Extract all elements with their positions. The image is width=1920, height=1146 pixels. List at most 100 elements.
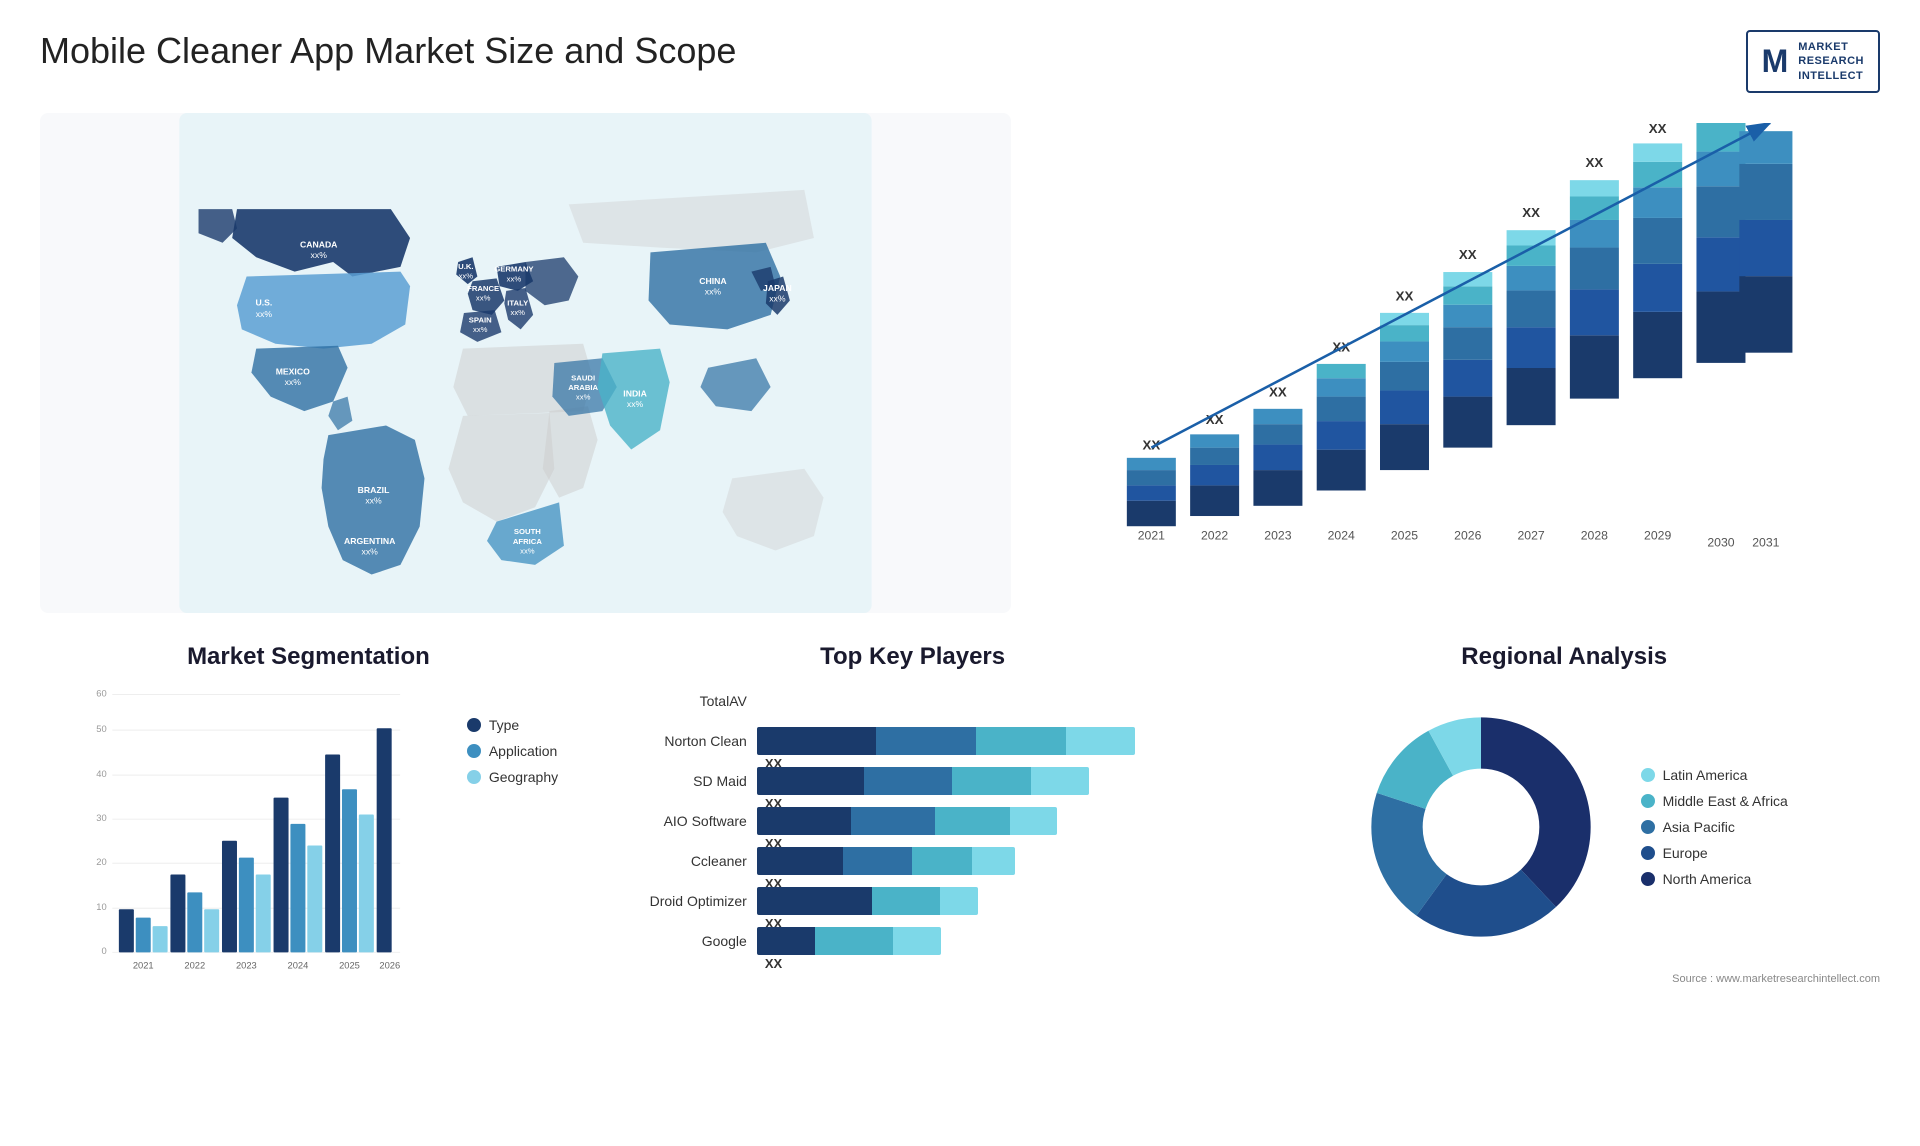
- svg-text:xx%: xx%: [311, 250, 328, 260]
- svg-text:2025: 2025: [339, 960, 360, 970]
- svg-text:SPAIN: SPAIN: [469, 316, 492, 325]
- donut-chart: [1341, 687, 1621, 967]
- svg-text:XX: XX: [1649, 123, 1667, 136]
- player-row-ccleaner: Ccleaner XX: [607, 847, 1219, 875]
- svg-text:2026: 2026: [1454, 528, 1481, 542]
- svg-text:XX: XX: [1522, 205, 1540, 220]
- svg-text:XX: XX: [1459, 247, 1477, 262]
- svg-text:2031: 2031: [1752, 536, 1779, 550]
- svg-text:U.K.: U.K.: [458, 262, 473, 271]
- map-container: CANADA xx% U.S. xx% MEXICO xx% BRAZIL xx…: [40, 113, 1011, 613]
- player-name-totalav: TotalAV: [607, 693, 747, 709]
- legend-asia: Asia Pacific: [1641, 819, 1788, 835]
- svg-text:2021: 2021: [133, 960, 154, 970]
- svg-text:GERMANY: GERMANY: [494, 265, 533, 274]
- svg-text:XX: XX: [1585, 155, 1603, 170]
- svg-text:SOUTH: SOUTH: [514, 527, 541, 536]
- svg-text:ITALY: ITALY: [507, 298, 528, 307]
- segmentation-legend: Type Application Geography: [467, 687, 577, 992]
- legend-dot-mea: [1641, 794, 1655, 808]
- regional-section: Regional Analysis: [1248, 643, 1880, 1083]
- player-name-sdmaid: SD Maid: [607, 773, 747, 789]
- player-row-google: Google XX: [607, 927, 1219, 955]
- player-bar-droid: XX: [757, 887, 1219, 915]
- svg-text:xx%: xx%: [459, 271, 474, 280]
- svg-text:xx%: xx%: [365, 495, 382, 505]
- donut-area: Latin America Middle East & Africa Asia …: [1248, 687, 1880, 967]
- svg-text:xx%: xx%: [285, 377, 302, 387]
- donut-legend: Latin America Middle East & Africa Asia …: [1641, 767, 1788, 887]
- svg-text:xx%: xx%: [576, 392, 591, 401]
- legend-dot-northam: [1641, 872, 1655, 886]
- player-row-sdmaid: SD Maid XX: [607, 767, 1219, 795]
- players-title: Top Key Players: [597, 643, 1229, 671]
- player-name-norton: Norton Clean: [607, 733, 747, 749]
- growth-chart-container: XX 2021 XX 2022 XX 2023 XX: [1031, 113, 1880, 613]
- logo: M MARKET RESEARCH INTELLECT: [1746, 30, 1880, 93]
- legend-application: Application: [467, 743, 577, 759]
- legend-latin-america: Latin America: [1641, 767, 1788, 783]
- svg-text:xx%: xx%: [520, 546, 535, 555]
- legend-mea: Middle East & Africa: [1641, 793, 1788, 809]
- svg-text:CHINA: CHINA: [699, 276, 727, 286]
- player-bar-sdmaid: XX: [757, 767, 1219, 795]
- svg-text:xx%: xx%: [769, 293, 786, 303]
- player-name-ccleaner: Ccleaner: [607, 853, 747, 869]
- legend-type: Type: [467, 717, 577, 733]
- growth-chart-svg: XX 2021 XX 2022 XX 2023 XX: [1051, 123, 1860, 613]
- header: Mobile Cleaner App Market Size and Scope…: [40, 30, 1880, 93]
- svg-text:xx%: xx%: [627, 399, 644, 409]
- svg-text:0: 0: [101, 946, 106, 956]
- svg-text:2024: 2024: [288, 960, 309, 970]
- player-row-totalav: TotalAV: [607, 687, 1219, 715]
- legend-dot-latin: [1641, 768, 1655, 782]
- player-bar-norton: XX: [757, 727, 1219, 755]
- svg-text:2022: 2022: [184, 960, 205, 970]
- player-name-google: Google: [607, 933, 747, 949]
- logo-text: MARKET RESEARCH INTELLECT: [1798, 40, 1864, 83]
- player-bar-ccleaner: XX: [757, 847, 1219, 875]
- legend-geography: Geography: [467, 769, 577, 785]
- player-bar-aio: XX: [757, 807, 1219, 835]
- legend-dot-type: [467, 718, 481, 732]
- svg-text:2028: 2028: [1581, 528, 1608, 542]
- svg-text:AFRICA: AFRICA: [513, 537, 542, 546]
- logo-letter: M: [1762, 43, 1789, 80]
- segmentation-chart: 0 10 20 30 40 50 60: [40, 687, 451, 987]
- regional-title: Regional Analysis: [1248, 643, 1880, 671]
- svg-text:10: 10: [96, 902, 106, 912]
- svg-text:2022: 2022: [1201, 528, 1228, 542]
- segmentation-title: Market Segmentation: [40, 643, 577, 671]
- svg-text:2027: 2027: [1517, 528, 1544, 542]
- legend-dot-asia: [1641, 820, 1655, 834]
- svg-text:60: 60: [96, 688, 106, 698]
- svg-text:xx%: xx%: [507, 274, 522, 283]
- player-bar-totalav: [757, 687, 1219, 715]
- svg-text:XX: XX: [1269, 384, 1287, 399]
- svg-text:2029: 2029: [1644, 528, 1671, 542]
- legend-dot-geography: [467, 770, 481, 784]
- svg-text:2030: 2030: [1707, 536, 1734, 550]
- svg-text:U.S.: U.S.: [256, 297, 273, 307]
- svg-text:MEXICO: MEXICO: [276, 366, 310, 376]
- legend-dot-europe: [1641, 846, 1655, 860]
- svg-text:xx%: xx%: [473, 325, 488, 334]
- legend-dot-application: [467, 744, 481, 758]
- player-row-norton: Norton Clean XX: [607, 727, 1219, 755]
- svg-text:2023: 2023: [1264, 528, 1291, 542]
- svg-text:20: 20: [96, 857, 106, 867]
- svg-text:BRAZIL: BRAZIL: [358, 485, 390, 495]
- player-bar-google: XX: [757, 927, 1219, 955]
- svg-text:50: 50: [96, 724, 106, 734]
- svg-text:30: 30: [96, 813, 106, 823]
- svg-text:XX: XX: [1396, 289, 1414, 304]
- svg-text:xx%: xx%: [362, 546, 379, 556]
- svg-text:FRANCE: FRANCE: [467, 284, 499, 293]
- svg-text:xx%: xx%: [256, 309, 273, 319]
- svg-text:ARABIA: ARABIA: [568, 383, 598, 392]
- player-row-droid: Droid Optimizer XX: [607, 887, 1219, 915]
- player-row-aio: AIO Software XX: [607, 807, 1219, 835]
- players-section: Top Key Players TotalAV Norton Clean XX: [597, 643, 1229, 1083]
- svg-text:2025: 2025: [1391, 528, 1418, 542]
- svg-text:xx%: xx%: [510, 308, 525, 317]
